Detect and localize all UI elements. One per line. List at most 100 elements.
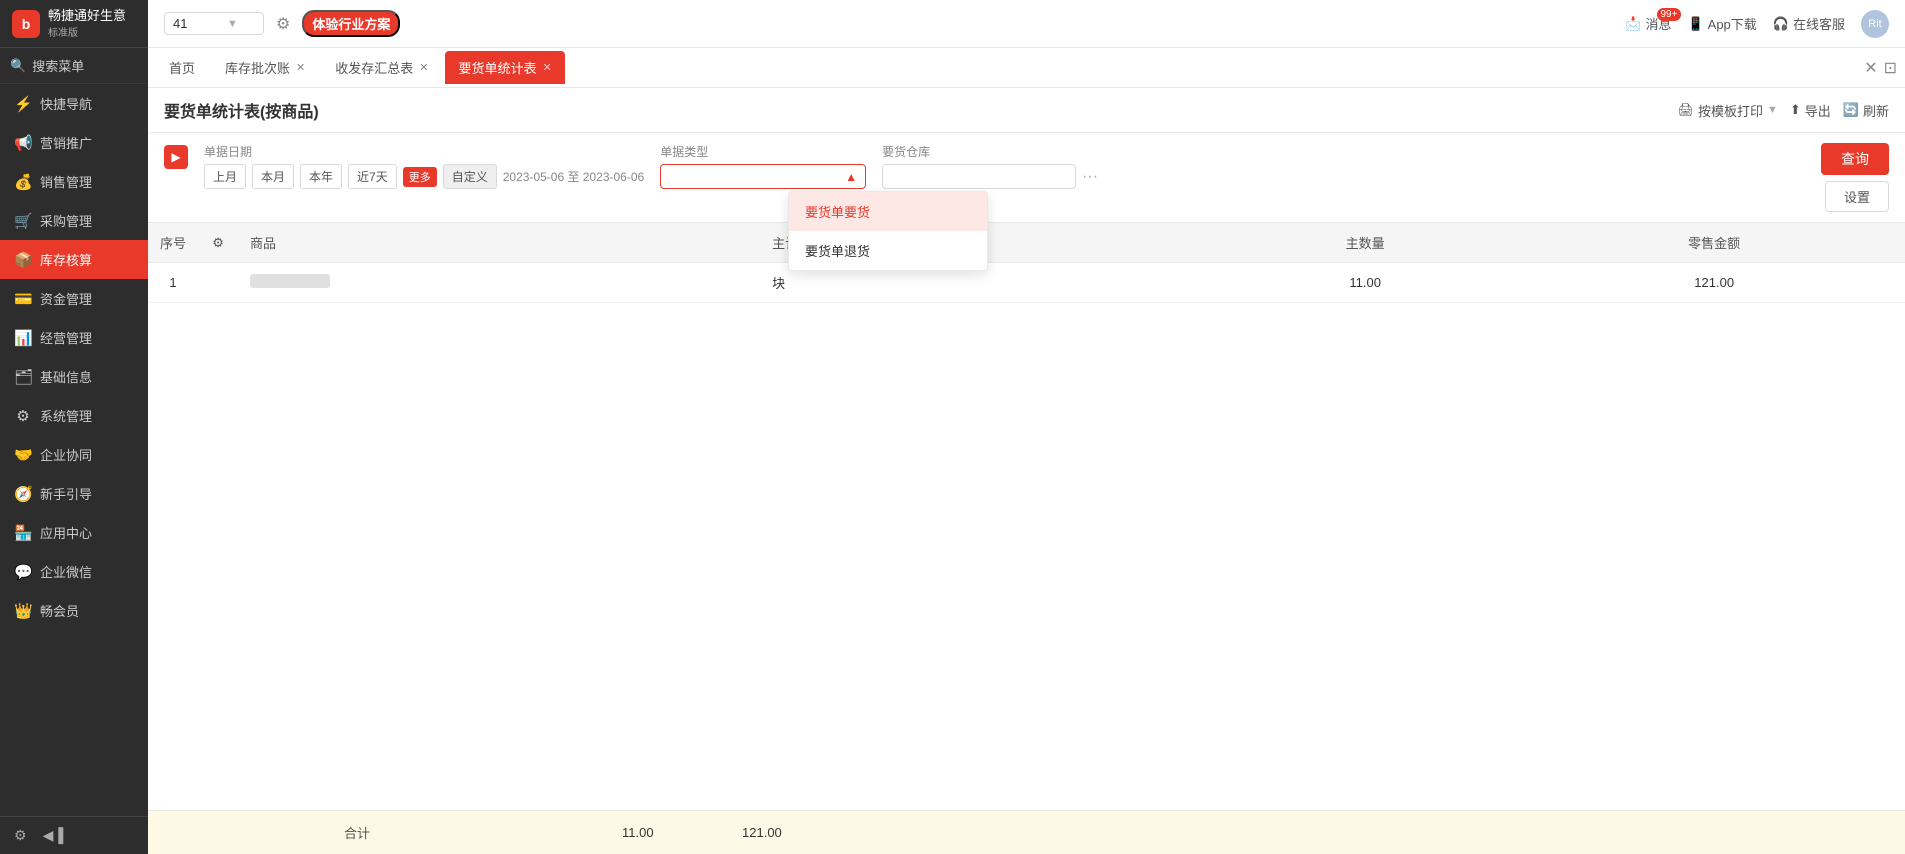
export-icon: ⬆ [1790, 102, 1801, 118]
warehouse-filter-label: 要货仓库 [882, 143, 1098, 160]
refresh-icon: 🔄 [1843, 102, 1859, 118]
tab-home[interactable]: 首页 [156, 51, 208, 84]
sidebar-item-system[interactable]: ⚙ 系统管理 [0, 396, 148, 435]
table-wrap: 序号 ⚙ 商品 主计量单位 主数量 零售金额 1 [148, 223, 1905, 810]
topbar-input[interactable] [173, 16, 223, 31]
dropdown-item-order-return[interactable]: 要货单退货 [789, 231, 987, 270]
export-label: 导出 [1805, 101, 1831, 120]
main-area: ▼ ⚙ 体验行业方案 📩 消息 99+ 📱 App下载 🎧 在线客服 Rit [148, 0, 1905, 854]
date-btn-this-month[interactable]: 本月 [252, 164, 294, 189]
type-filter-row: ▲ [660, 164, 866, 189]
tab-receivable-summary[interactable]: 收发存汇总表 ✕ [322, 51, 441, 84]
topbar-settings-icon[interactable]: ⚙ [276, 14, 290, 34]
tab-order-stats-close[interactable]: ✕ [543, 61, 552, 74]
sidebar-item-wechat[interactable]: 💬 企业微信 [0, 552, 148, 591]
type-select-arrow-icon[interactable]: ▲ [845, 170, 857, 184]
date-filter-group: 单据日期 上月 本月 本年 近7天 更多 自定义 2023-05-06 至 20… [204, 143, 644, 189]
app-download-button[interactable]: 📱 App下载 [1687, 14, 1756, 33]
sidebar-item-operations[interactable]: 📊 经营管理 [0, 318, 148, 357]
date-btn-last-7-days[interactable]: 近7天 [348, 164, 397, 189]
sidebar-item-members[interactable]: 👑 畅会员 [0, 591, 148, 630]
filter-more-icon[interactable]: ··· [1082, 168, 1098, 186]
restore-tab-button[interactable]: ⊡ [1884, 58, 1897, 78]
type-select-input[interactable] [669, 169, 845, 184]
sidebar-item-appstore[interactable]: 🏪 应用中心 [0, 513, 148, 552]
tab-receivable-summary-close[interactable]: ✕ [419, 61, 428, 74]
sidebar-item-label: 基础信息 [40, 367, 92, 386]
app-edition: 标准版 [48, 24, 126, 39]
sales-icon: 💰 [14, 173, 32, 191]
trial-industry-button[interactable]: 体验行业方案 [302, 10, 400, 37]
sidebar-item-sales[interactable]: 💰 销售管理 [0, 162, 148, 201]
warehouse-input[interactable] [891, 169, 1067, 184]
sidebar-item-enterprise[interactable]: 🤝 企业协同 [0, 435, 148, 474]
sidebar-item-guide[interactable]: 🧭 新手引导 [0, 474, 148, 513]
date-btn-this-year[interactable]: 本年 [300, 164, 342, 189]
tab-home-label: 首页 [169, 58, 195, 77]
export-button[interactable]: ⬆ 导出 [1790, 101, 1831, 120]
filter-expand-button[interactable]: ▶ [164, 145, 188, 169]
topbar-input-wrap[interactable]: ▼ [164, 12, 264, 35]
col-header-product: 商品 [238, 223, 760, 263]
type-filter-label: 单据类型 [660, 143, 866, 160]
page-header-actions: 🖨 按模板打印 ▼ ⬆ 导出 🔄 刷新 [1677, 101, 1889, 120]
sidebar-item-label: 营销推广 [40, 133, 92, 152]
close-all-tabs-button[interactable]: ✕ [1864, 58, 1877, 78]
sidebar-item-marketing[interactable]: 📢 营销推广 [0, 123, 148, 162]
settings-footer-button[interactable]: ⚙ [14, 827, 27, 844]
search-menu-button[interactable]: 🔍 搜索菜单 [10, 56, 138, 75]
setting-button[interactable]: 设置 [1825, 181, 1889, 212]
finance-icon: 💳 [14, 290, 32, 308]
sidebar-search[interactable]: 🔍 搜索菜单 [0, 48, 148, 84]
sidebar-item-quick-nav[interactable]: ⚡ 快捷导航 [0, 84, 148, 123]
table-settings-icon[interactable]: ⚙ [212, 235, 224, 250]
sidebar-item-label: 快捷导航 [40, 94, 92, 113]
sidebar-nav: ⚡ 快捷导航 📢 营销推广 💰 销售管理 🛒 采购管理 📦 库存核算 💳 资金管… [0, 84, 148, 816]
query-button[interactable]: 查询 [1821, 143, 1889, 175]
sidebar-item-basics[interactable]: 🗂 基础信息 [0, 357, 148, 396]
marketing-icon: 📢 [14, 134, 32, 152]
operations-icon: 📊 [14, 329, 32, 347]
print-dropdown-icon[interactable]: ▼ [1767, 104, 1778, 116]
notifications-button[interactable]: 📩 消息 99+ [1625, 14, 1671, 33]
app-logo: b 畅捷通好生意 标准版 [0, 0, 148, 48]
avatar[interactable]: Rit [1861, 10, 1889, 38]
print-button[interactable]: 🖨 按模板打印 ▼ [1677, 101, 1777, 120]
tab-order-stats[interactable]: 要货单统计表 ✕ [445, 51, 564, 84]
guide-icon: 🧭 [14, 485, 32, 503]
purchase-icon: 🛒 [14, 212, 32, 230]
tab-inventory-batch-close[interactable]: ✕ [296, 61, 305, 74]
sidebar-item-label: 应用中心 [40, 523, 92, 542]
table-body: 1 块 11.00 121.00 [148, 263, 1905, 303]
tab-inventory-batch-label: 库存批次账 [225, 58, 290, 77]
tabs-actions: ✕ ⊡ [1864, 58, 1897, 78]
sidebar-item-finance[interactable]: 💳 资金管理 [0, 279, 148, 318]
notification-badge: 99+ [1657, 8, 1682, 21]
wechat-icon: 💬 [14, 563, 32, 581]
tab-order-stats-label: 要货单统计表 [458, 58, 536, 77]
tab-receivable-summary-label: 收发存汇总表 [335, 58, 413, 77]
logo-icon: b [12, 10, 40, 38]
topbar-dropdown-icon[interactable]: ▼ [227, 18, 238, 30]
sidebar-item-label: 经营管理 [40, 328, 92, 347]
collapse-sidebar-button[interactable]: ◀▐ [43, 827, 64, 844]
table-head: 序号 ⚙ 商品 主计量单位 主数量 零售金额 [148, 223, 1905, 263]
warehouse-select-wrap[interactable] [882, 164, 1076, 189]
refresh-button[interactable]: 🔄 刷新 [1843, 101, 1889, 120]
date-btn-more[interactable]: 更多 [403, 167, 437, 187]
type-dropdown: 要货单要货 要货单退货 [788, 191, 988, 271]
sidebar-item-inventory[interactable]: 📦 库存核算 [0, 240, 148, 279]
col-header-settings[interactable]: ⚙ [198, 223, 238, 263]
system-icon: ⚙ [14, 407, 32, 425]
sidebar-item-label: 新手引导 [40, 484, 92, 503]
tab-inventory-batch[interactable]: 库存批次账 ✕ [212, 51, 318, 84]
sidebar-item-label: 系统管理 [40, 406, 92, 425]
online-service-button[interactable]: 🎧 在线客服 [1773, 14, 1845, 33]
members-icon: 👑 [14, 602, 32, 620]
date-btn-custom[interactable]: 自定义 [443, 164, 497, 189]
col-header-amount: 零售金额 [1523, 223, 1905, 263]
type-select-wrap[interactable]: ▲ [660, 164, 866, 189]
dropdown-item-order-goods[interactable]: 要货单要货 [789, 192, 987, 231]
sidebar-item-purchase[interactable]: 🛒 采购管理 [0, 201, 148, 240]
date-btn-last-month[interactable]: 上月 [204, 164, 246, 189]
